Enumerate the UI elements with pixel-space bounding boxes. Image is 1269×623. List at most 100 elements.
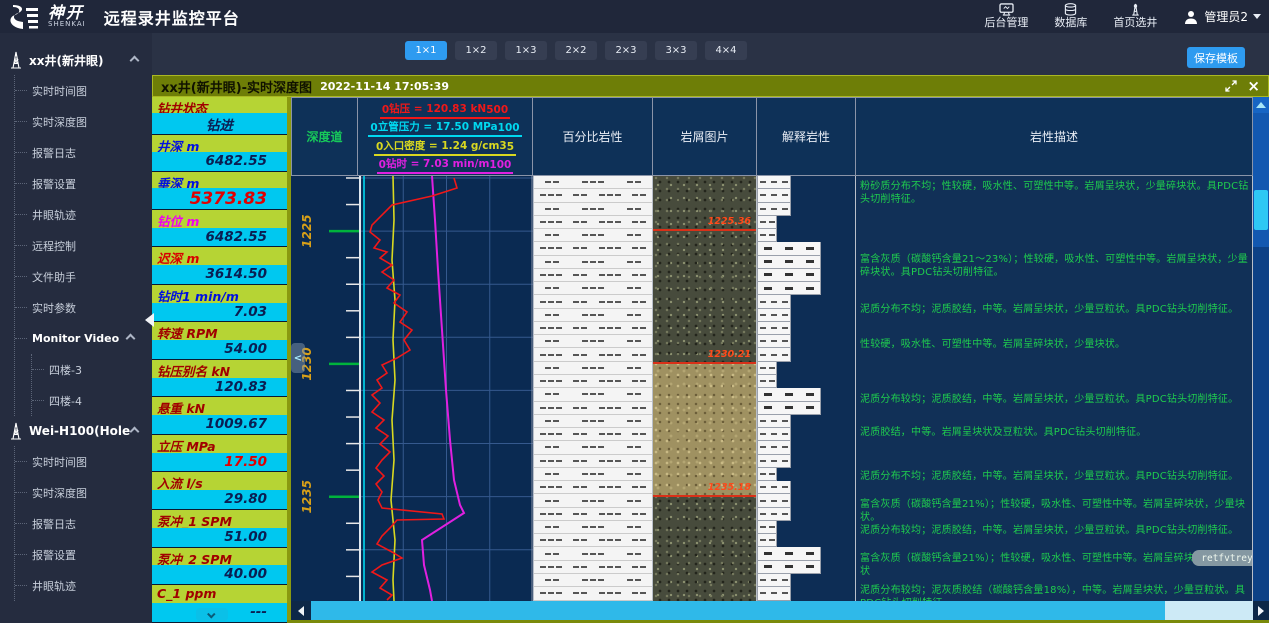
sidebar-item-报警日志[interactable]: 报警日志 — [15, 508, 152, 539]
sample-depth-line — [653, 495, 757, 497]
depth-chart-body: 122512301235 1225.361230.211235.18 retfv… — [291, 176, 1253, 601]
sidebar-item-远程控制[interactable]: 远程控制 — [15, 230, 152, 261]
sidebar-item-报警设置[interactable]: 报警设置 — [15, 539, 152, 570]
lith-symbol — [782, 579, 788, 581]
nav-admin[interactable]: 后台管理 — [984, 3, 1028, 29]
vertical-scrollbar[interactable] — [1253, 97, 1269, 601]
sidebar-item-井眼轨迹[interactable]: 井眼轨迹 — [15, 570, 152, 601]
lith-symbol — [627, 473, 641, 475]
lith-symbol — [764, 287, 772, 290]
lith-symbol — [806, 565, 814, 568]
vertical-scrollbar-thumb[interactable] — [1254, 190, 1268, 230]
horizontal-scrollbar[interactable] — [291, 601, 1253, 620]
lith-symbol — [632, 301, 646, 303]
scroll-left-button[interactable] — [291, 601, 311, 620]
param-item-6: 转速 RPM54.00 — [152, 322, 287, 360]
percent-row — [534, 508, 652, 521]
layout-tab-1×2[interactable]: 1×2 — [455, 41, 497, 60]
sidebar-item-实时时间图[interactable]: 实时时间图 — [15, 75, 152, 106]
lith-symbol — [627, 181, 641, 183]
layout-tab-4×4[interactable]: 4×4 — [705, 41, 747, 60]
layout-tab-2×3[interactable]: 2×3 — [605, 41, 647, 60]
lith-block — [757, 441, 791, 454]
lith-symbol — [573, 460, 587, 462]
curve-name-value: 钻时 = 7.03 min/m — [386, 156, 489, 171]
tree-connector — [15, 152, 27, 153]
lith-symbol — [599, 486, 621, 488]
lith-symbol — [782, 500, 788, 502]
scroll-right-button[interactable] — [1253, 601, 1269, 620]
sidebar-item-实时深度图[interactable]: 实时深度图 — [15, 477, 152, 508]
parameter-collapse-handle[interactable]: < — [291, 343, 305, 373]
tree-connector — [15, 245, 27, 246]
lith-symbol — [785, 247, 793, 250]
percent-row — [534, 189, 652, 202]
sidebar-item-文件助手[interactable]: 文件助手 — [15, 261, 152, 292]
nav-well-select[interactable]: 首页选井 — [1113, 3, 1157, 29]
param-label: 钻压别名 kN — [152, 360, 287, 378]
tree-connector — [32, 369, 44, 370]
maximize-icon[interactable] — [1225, 80, 1237, 92]
close-icon[interactable]: × — [1247, 80, 1260, 92]
sidebar-item-实时参数[interactable]: 实时参数 — [15, 292, 152, 323]
interpreted-lithology-track — [757, 176, 856, 601]
lith-symbol — [627, 446, 641, 448]
lith-block — [757, 362, 777, 375]
layout-tab-1×1[interactable]: 1×1 — [405, 41, 447, 60]
lith-symbol — [582, 234, 604, 236]
sidebar-group-label: Monitor Video — [32, 332, 119, 345]
lith-symbol — [760, 500, 766, 502]
nav-database[interactable]: 数据库 — [1054, 3, 1087, 29]
curve-min: 0 — [370, 122, 377, 134]
sidebar-well-1[interactable]: Wei-H100(Hole-1) — [0, 416, 152, 446]
hover-tooltip: retfvtrey — [1192, 550, 1253, 566]
percent-row — [534, 415, 652, 428]
param-item-5: 钻时1 min/m7.03 — [152, 285, 287, 323]
tree-connector — [15, 492, 27, 493]
sidebar-item-四楼-4[interactable]: 四楼-4 — [32, 385, 152, 416]
scroll-up-button[interactable] — [1253, 97, 1269, 113]
layout-tab-1×3[interactable]: 1×3 — [505, 41, 547, 60]
lith-symbol — [599, 380, 621, 382]
sidebar-item-报警设置[interactable]: 报警设置 — [15, 168, 152, 199]
save-template-button[interactable]: 保存模板 — [1187, 47, 1245, 68]
lith-symbol — [785, 565, 793, 568]
sidebar-item-实时时间图[interactable]: 实时时间图 — [15, 446, 152, 477]
param-label: 井深 m — [152, 135, 287, 153]
param-label: 转速 RPM — [152, 322, 287, 340]
lith-symbol — [573, 539, 587, 541]
sidebar-group-monitor-video[interactable]: Monitor Video — [15, 323, 152, 354]
lith-symbol — [573, 301, 587, 303]
lith-symbol — [582, 287, 604, 289]
nav-well-select-label: 首页选井 — [1113, 17, 1157, 29]
layout-tab-3×3[interactable]: 3×3 — [655, 41, 697, 60]
sidebar-item-label: 实时时间图 — [32, 454, 87, 470]
sidebar-item-四楼-3[interactable]: 四楼-3 — [32, 354, 152, 385]
user-menu[interactable]: 管理员2 — [1183, 8, 1261, 25]
column-header-岩性描述: 岩性描述 — [856, 97, 1253, 176]
sidebar-item-井眼轨迹[interactable]: 井眼轨迹 — [15, 199, 152, 230]
lith-symbol — [545, 208, 559, 210]
lith-symbol — [540, 592, 562, 594]
sidebar-item-报警日志[interactable]: 报警日志 — [15, 137, 152, 168]
horizontal-scrollbar-thumb[interactable] — [311, 601, 1165, 620]
param-item-4: 迟深 m3614.50 — [152, 247, 287, 285]
percent-row — [534, 309, 652, 322]
lith-symbol — [599, 407, 621, 409]
curve-max: 100 — [498, 122, 520, 134]
sidebar-collapse-handle[interactable] — [145, 313, 154, 327]
sidebar-well-0[interactable]: xx井(新井眼) — [0, 45, 152, 75]
tree-connector — [15, 90, 27, 91]
sidebar-item-实时深度图[interactable]: 实时深度图 — [15, 106, 152, 137]
parameter-expander-button[interactable] — [196, 608, 228, 621]
lith-symbol — [582, 314, 604, 316]
layout-tab-2×2[interactable]: 2×2 — [555, 41, 597, 60]
lith-symbol — [545, 446, 559, 448]
lith-symbol — [785, 273, 793, 276]
lith-symbol — [545, 340, 559, 342]
column-header-解释岩性: 解释岩性 — [757, 97, 856, 176]
lith-symbol — [545, 473, 559, 475]
lith-symbol — [573, 354, 587, 356]
lith-symbol — [627, 208, 641, 210]
lith-symbol — [760, 513, 766, 515]
